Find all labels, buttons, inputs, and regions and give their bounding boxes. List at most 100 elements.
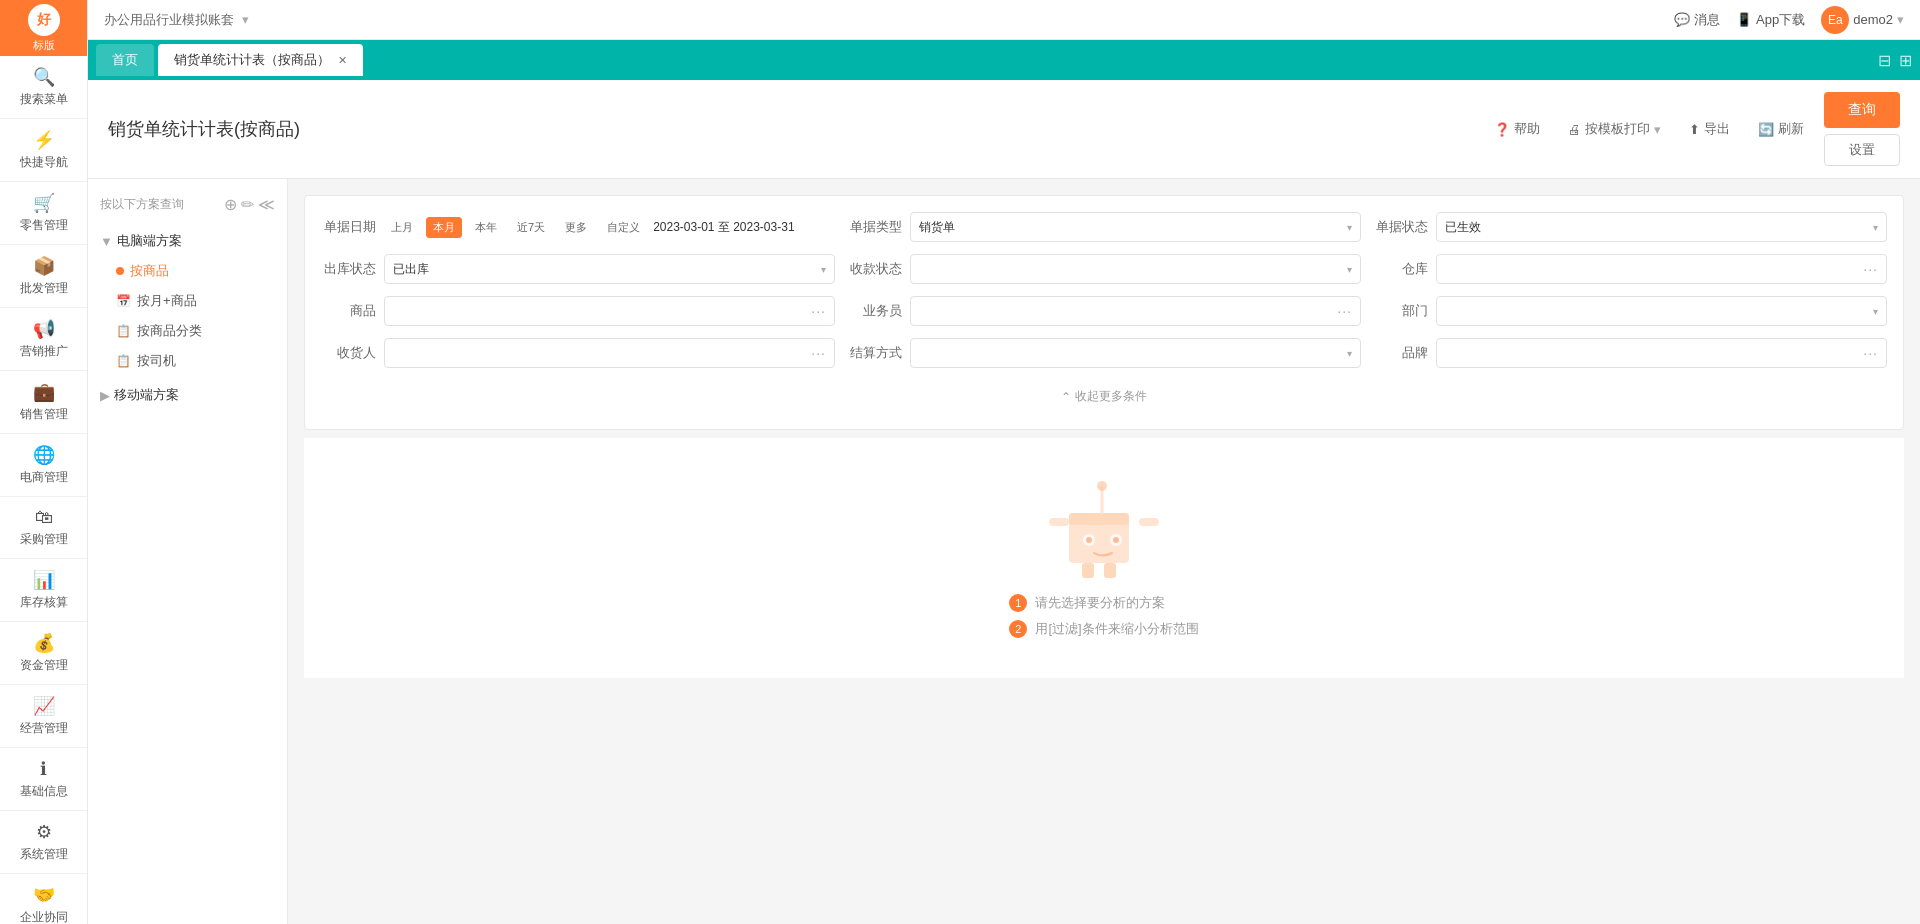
date-btn-last-month[interactable]: 上月: [384, 217, 420, 238]
svg-point-4: [1086, 537, 1092, 543]
date-btn-custom[interactable]: 自定义: [600, 217, 647, 238]
filter-grid: 单据日期 上月 本月 本年 近7天 更多 自定义 2023-03-01 至 20…: [304, 195, 1904, 430]
svg-point-11: [1097, 481, 1107, 491]
sidebar-item-enterprise[interactable]: 🤝 企业协同: [0, 874, 88, 924]
filter-group-desktop-title[interactable]: ▼ 电脑端方案: [88, 226, 287, 256]
message-btn[interactable]: 💬 消息: [1674, 11, 1720, 29]
brand-dots: ···: [1863, 345, 1878, 361]
message-icon: 💬: [1674, 12, 1690, 27]
sidebar-item-marketing[interactable]: 📢 营销推广: [0, 308, 88, 371]
header-left: 办公用品行业模拟账套 ▾: [104, 11, 249, 29]
avatar-text: Ea: [1828, 13, 1843, 27]
product-input[interactable]: ···: [384, 296, 835, 326]
settlement-label: 结算方式: [847, 344, 902, 362]
user-info[interactable]: Ea demo2 ▾: [1821, 6, 1904, 34]
doctype-input[interactable]: 销货单 ▾: [910, 212, 1361, 242]
filter-field-date: 单据日期 上月 本月 本年 近7天 更多 自定义 2023-03-01 至 20…: [321, 217, 835, 238]
docstatus-arrow: ▾: [1873, 222, 1878, 233]
refresh-label: 刷新: [1778, 120, 1804, 138]
print-btn[interactable]: 🖨 按模板打印 ▾: [1560, 116, 1669, 142]
basic-info-icon: ℹ: [40, 758, 47, 780]
doctype-value: 销货单: [919, 219, 955, 236]
sidebar-item-wholesale[interactable]: 📦 批发管理: [0, 245, 88, 308]
warehouse-input[interactable]: 已出库 ▾: [384, 254, 835, 284]
sidebar-item-system[interactable]: ⚙ 系统管理: [0, 811, 88, 874]
date-label: 单据日期: [321, 218, 376, 236]
filter-field-docstatus: 单据状态 已生效 ▾: [1373, 212, 1887, 242]
tab-report[interactable]: 销货单统计计表（按商品） ✕: [158, 44, 363, 76]
department-arrow: ▾: [1873, 306, 1878, 317]
filter-group-mobile-title[interactable]: ▶ 移动端方案: [88, 380, 287, 410]
filter-item-by-cashier[interactable]: 📋 按司机: [88, 346, 287, 376]
filter-item-by-category[interactable]: 📋 按商品分类: [88, 316, 287, 346]
filter-sidebar-header: 按以下方案查询 ⊕ ✏ ≪: [88, 187, 287, 222]
tab-minimize-icon[interactable]: ⊟: [1878, 51, 1891, 70]
empty-state: 1 请先选择要分析的方案 2 用[过滤]条件来缩小分析范围: [304, 438, 1904, 678]
tab-close-icon[interactable]: ✕: [338, 54, 347, 67]
sidebar-item-purchase[interactable]: 🛍 采购管理: [0, 497, 88, 559]
search-icon: 🔍: [33, 66, 55, 88]
purchase-icon: 🛍: [35, 507, 53, 528]
dropdown-arrow[interactable]: ▾: [242, 12, 249, 27]
date-filter: 上月 本月 本年 近7天 更多 自定义 2023-03-01 至 2023-03…: [384, 217, 835, 238]
query-button[interactable]: 查询: [1824, 92, 1900, 128]
sidebar-label-system: 系统管理: [20, 846, 68, 863]
payment-arrow: ▾: [1347, 264, 1352, 275]
add-scheme-icon[interactable]: ⊕: [224, 195, 237, 214]
sidebar-label-ecommerce: 电商管理: [20, 469, 68, 486]
receiver-dots: ···: [811, 345, 826, 361]
storage-input[interactable]: ···: [1436, 254, 1887, 284]
filter-item-by-month-product[interactable]: 📅 按月+商品: [88, 286, 287, 316]
edit-scheme-icon[interactable]: ✏: [241, 195, 254, 214]
storage-label: 仓库: [1373, 260, 1428, 278]
collapse-btn[interactable]: ⌃ 收起更多条件: [321, 380, 1887, 413]
tab-expand-icon[interactable]: ⊞: [1899, 51, 1912, 70]
receiver-label: 收货人: [321, 344, 376, 362]
app-download-btn[interactable]: 📱 App下载: [1736, 11, 1805, 29]
date-btn-more[interactable]: 更多: [558, 217, 594, 238]
sidebar-item-ecommerce[interactable]: 🌐 电商管理: [0, 434, 88, 497]
marketing-icon: 📢: [33, 318, 55, 340]
department-label: 部门: [1373, 302, 1428, 320]
date-btn-this-year[interactable]: 本年: [468, 217, 504, 238]
filter-item-by-product[interactable]: 按商品: [88, 256, 287, 286]
tab-home[interactable]: 首页: [96, 44, 154, 76]
settings-button[interactable]: 设置: [1824, 134, 1900, 166]
sidebar-item-inventory[interactable]: 📊 库存核算: [0, 559, 88, 622]
page-title: 销货单统计计表(按商品): [108, 117, 300, 141]
export-btn[interactable]: ⬆ 导出: [1681, 116, 1738, 142]
sidebar-item-finance[interactable]: 💰 资金管理: [0, 622, 88, 685]
receiver-input[interactable]: ···: [384, 338, 835, 368]
filter-field-settlement: 结算方式 ▾: [847, 338, 1361, 368]
date-btn-this-month[interactable]: 本月: [426, 217, 462, 238]
sidebar-item-search[interactable]: 🔍 搜索菜单: [0, 56, 88, 119]
date-btn-7days[interactable]: 近7天: [510, 217, 552, 238]
filter-group-mobile: ▶ 移动端方案: [88, 380, 287, 410]
brand-input[interactable]: ···: [1436, 338, 1887, 368]
refresh-btn[interactable]: 🔄 刷新: [1750, 116, 1812, 142]
help-btn[interactable]: ❓ 帮助: [1486, 116, 1548, 142]
filter-field-storage: 仓库 ···: [1373, 254, 1887, 284]
salesperson-input[interactable]: ···: [910, 296, 1361, 326]
sidebar-item-operations[interactable]: 📈 经营管理: [0, 685, 88, 748]
settlement-input[interactable]: ▾: [910, 338, 1361, 368]
export-label: 导出: [1704, 120, 1730, 138]
step-2-num: 2: [1009, 620, 1027, 638]
department-input[interactable]: ▾: [1436, 296, 1887, 326]
warehouse-value: 已出库: [393, 261, 429, 278]
tab-bar-actions: ⊟ ⊞: [1878, 51, 1912, 70]
btn-group: 查询 设置: [1824, 92, 1900, 166]
filter-field-receiver: 收货人 ···: [321, 338, 835, 368]
collapse-sidebar-icon[interactable]: ≪: [258, 195, 275, 214]
sidebar-label-purchase: 采购管理: [20, 531, 68, 548]
empty-step-1: 1 请先选择要分析的方案: [1009, 594, 1198, 612]
salesperson-label: 业务员: [847, 302, 902, 320]
sidebar-item-basic-info[interactable]: ℹ 基础信息: [0, 748, 88, 811]
payment-input[interactable]: ▾: [910, 254, 1361, 284]
sidebar-item-sales[interactable]: 💼 销售管理: [0, 371, 88, 434]
help-label: 帮助: [1514, 120, 1540, 138]
sidebar-item-retail[interactable]: 🛒 零售管理: [0, 182, 88, 245]
docstatus-input[interactable]: 已生效 ▾: [1436, 212, 1887, 242]
sidebar-item-quick-nav[interactable]: ⚡ 快捷导航: [0, 119, 88, 182]
category-icon: 📋: [116, 324, 131, 338]
